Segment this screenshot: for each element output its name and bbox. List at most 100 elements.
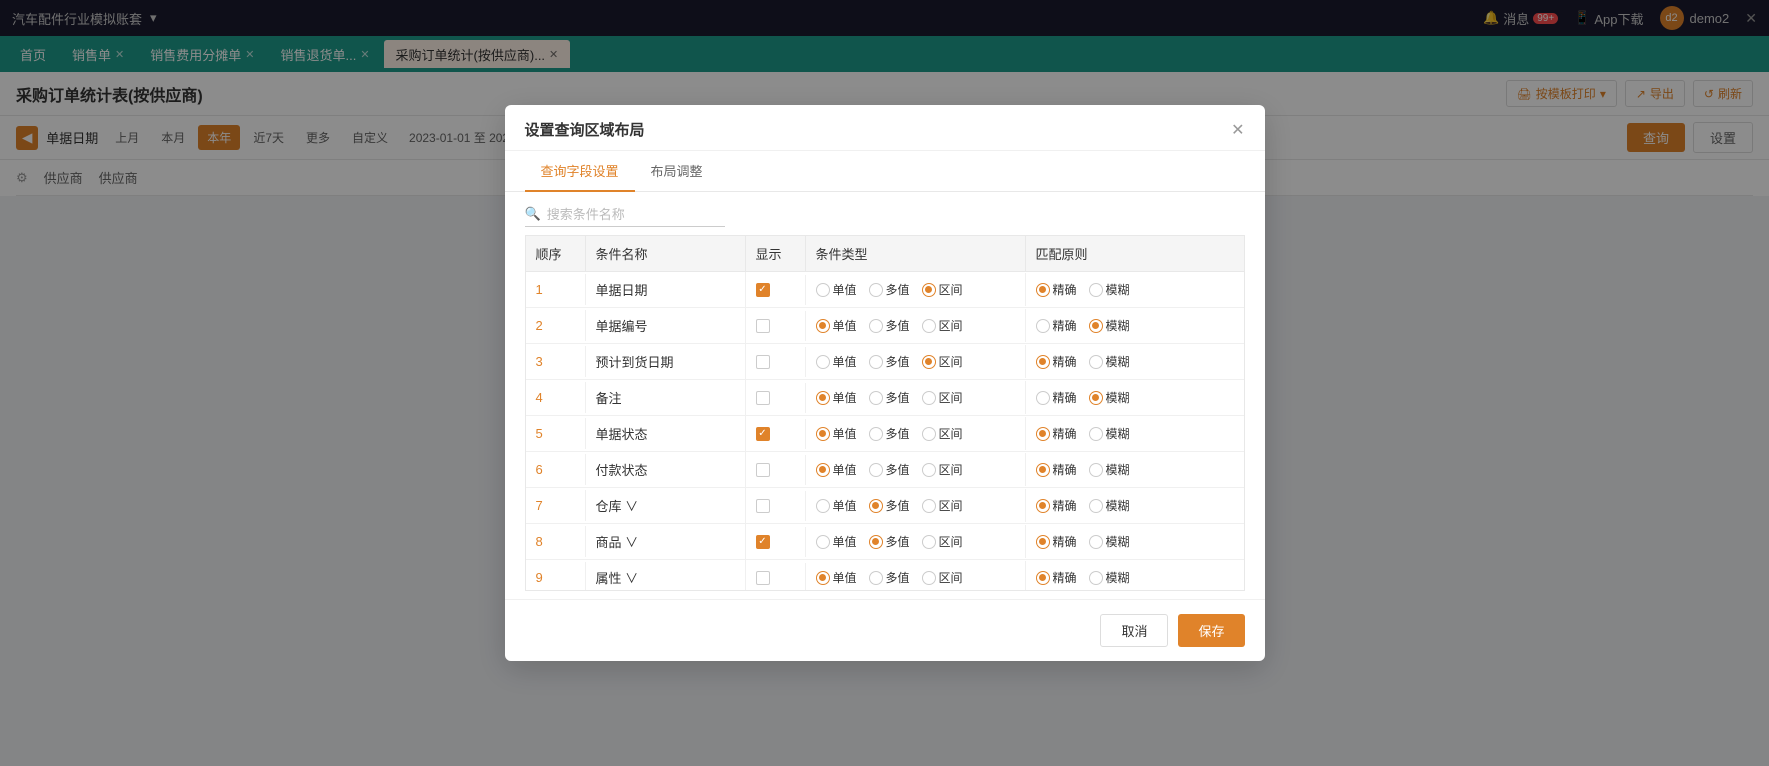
radio-item-type_multi[interactable]: 多值 [869, 425, 910, 442]
cell-type: 单值 多值区间 [806, 381, 1026, 414]
radio-item-match_exact[interactable]: 精确 [1036, 569, 1077, 586]
type-radio-group: 单值多值区间 [816, 569, 963, 586]
cell-type: 单值多值区间 [806, 345, 1026, 378]
radio-item-type_multi[interactable]: 多值 [869, 281, 910, 298]
radio-item-type_range[interactable]: 区间 [922, 317, 963, 334]
match-radio-group: 精确模糊 [1036, 533, 1130, 550]
show-checkbox[interactable] [756, 391, 770, 405]
radio-item-type_range[interactable]: 区间 [922, 353, 963, 370]
show-checkbox[interactable] [756, 499, 770, 513]
radio-item-type_single[interactable]: 单值 [816, 317, 857, 334]
cell-show[interactable]: ✓ [746, 275, 806, 305]
radio-item-match_exact[interactable]: 精确 [1036, 281, 1077, 298]
radio-label: 精确 [1053, 461, 1077, 478]
cell-name: 单据编号 [586, 308, 746, 343]
radio-item-type_multi[interactable]: 多值 [869, 569, 910, 586]
cell-show[interactable] [746, 563, 806, 592]
radio-item-type_range[interactable]: 区间 [922, 569, 963, 586]
modal-close-button[interactable]: ✕ [1231, 120, 1244, 140]
show-checkbox[interactable] [756, 571, 770, 585]
radio-item-match_exact[interactable]: 精确 [1036, 353, 1077, 370]
cell-show[interactable] [746, 491, 806, 521]
cell-match: 精确模糊 [1026, 273, 1186, 306]
radio-item-match_fuzzy[interactable]: 模糊 [1089, 389, 1130, 406]
radio-item-type_multi[interactable]: 多值 [869, 461, 910, 478]
radio-label: 多值 [886, 317, 910, 334]
radio-item-type_range[interactable]: 区间 [922, 425, 963, 442]
radio-item-type_multi[interactable]: 多值 [869, 497, 910, 514]
cell-show[interactable] [746, 347, 806, 377]
show-checkbox[interactable] [756, 319, 770, 333]
radio-label: 精确 [1053, 497, 1077, 514]
table-row: 9属性 ∨单值多值区间精确模糊 [526, 560, 1244, 591]
radio-item-match_fuzzy[interactable]: 模糊 [1089, 497, 1130, 514]
radio-item-match_exact[interactable]: 精确 [1036, 533, 1077, 550]
radio-item-type_single[interactable]: 单值 [816, 425, 857, 442]
radio-item-match_fuzzy[interactable]: 模糊 [1089, 281, 1130, 298]
radio-item-type_single[interactable]: 单值 [816, 353, 857, 370]
radio-item-type_single[interactable]: 单值 [816, 461, 857, 478]
radio-item-type_range[interactable]: 区间 [922, 497, 963, 514]
radio-circle [869, 535, 883, 549]
radio-item-match_exact[interactable]: 精确 [1036, 497, 1077, 514]
radio-circle [869, 355, 883, 369]
row-number: 3 [536, 354, 543, 369]
radio-item-type_single[interactable]: 单值 [816, 569, 857, 586]
modal-tab-layout[interactable]: 布局调整 [635, 151, 719, 192]
show-checkbox[interactable] [756, 463, 770, 477]
radio-item-type_multi[interactable]: 多值 [869, 389, 910, 406]
cell-name: 预计到货日期 [586, 344, 746, 379]
save-button[interactable]: 保存 [1178, 614, 1244, 647]
radio-item-match_fuzzy[interactable]: 模糊 [1089, 533, 1130, 550]
cell-order: 5 [526, 418, 586, 449]
radio-item-type_single[interactable]: 单值 [816, 281, 857, 298]
cell-show[interactable]: ✓ [746, 419, 806, 449]
radio-item-match_fuzzy[interactable]: 模糊 [1089, 317, 1130, 334]
radio-circle [1036, 427, 1050, 441]
radio-item-type_multi[interactable]: 多值 [869, 533, 910, 550]
radio-label: 单值 [833, 497, 857, 514]
radio-item-type_range[interactable]: 区间 [922, 389, 963, 406]
table-row: 4备注单值多值区间精确模糊 [526, 380, 1244, 416]
radio-item-match_fuzzy[interactable]: 模糊 [1089, 569, 1130, 586]
show-checkbox[interactable]: ✓ [756, 535, 770, 549]
radio-item-type_single[interactable]: 单值 [816, 533, 857, 550]
radio-item-type_range[interactable]: 区间 [922, 533, 963, 550]
modal-tab-query-fields[interactable]: 查询字段设置 [525, 151, 635, 192]
cell-show[interactable]: ✓ [746, 527, 806, 557]
row-number: 4 [536, 390, 543, 405]
cell-show[interactable] [746, 311, 806, 341]
radio-label: 多值 [886, 389, 910, 406]
radio-circle [922, 427, 936, 441]
cell-show[interactable] [746, 383, 806, 413]
row-number: 7 [536, 498, 543, 513]
cell-type: 单值多值区间 [806, 561, 1026, 591]
show-checkbox[interactable]: ✓ [756, 283, 770, 297]
radio-item-type_multi[interactable]: 多值 [869, 353, 910, 370]
radio-item-type_range[interactable]: 区间 [922, 281, 963, 298]
cancel-button[interactable]: 取消 [1100, 614, 1168, 647]
radio-item-match_fuzzy[interactable]: 模糊 [1089, 461, 1130, 478]
radio-item-match_exact[interactable]: 精确 [1036, 389, 1077, 406]
radio-item-type_multi[interactable]: 多值 [869, 317, 910, 334]
radio-label: 单值 [833, 461, 857, 478]
radio-item-match_exact[interactable]: 精确 [1036, 425, 1077, 442]
modal-overlay[interactable]: 设置查询区域布局 ✕ 查询字段设置 布局调整 🔍 顺序 条件名称 显示 条件类型… [0, 0, 1769, 766]
show-checkbox[interactable] [756, 355, 770, 369]
radio-item-match_exact[interactable]: 精确 [1036, 317, 1077, 334]
show-checkbox[interactable]: ✓ [756, 427, 770, 441]
radio-label: 精确 [1053, 425, 1077, 442]
radio-circle [1036, 571, 1050, 585]
radio-label: 单值 [833, 533, 857, 550]
radio-item-match_fuzzy[interactable]: 模糊 [1089, 425, 1130, 442]
search-icon: 🔍 [525, 206, 541, 222]
radio-item-type_single[interactable]: 单值 [816, 389, 857, 406]
cell-show[interactable] [746, 455, 806, 485]
radio-item-type_single[interactable]: 单值 [816, 497, 857, 514]
radio-circle [1036, 355, 1050, 369]
radio-item-match_fuzzy[interactable]: 模糊 [1089, 353, 1130, 370]
radio-item-match_exact[interactable]: 精确 [1036, 461, 1077, 478]
search-input[interactable] [547, 207, 707, 222]
radio-item-type_range[interactable]: 区间 [922, 461, 963, 478]
cell-name: 单据状态 [586, 416, 746, 451]
